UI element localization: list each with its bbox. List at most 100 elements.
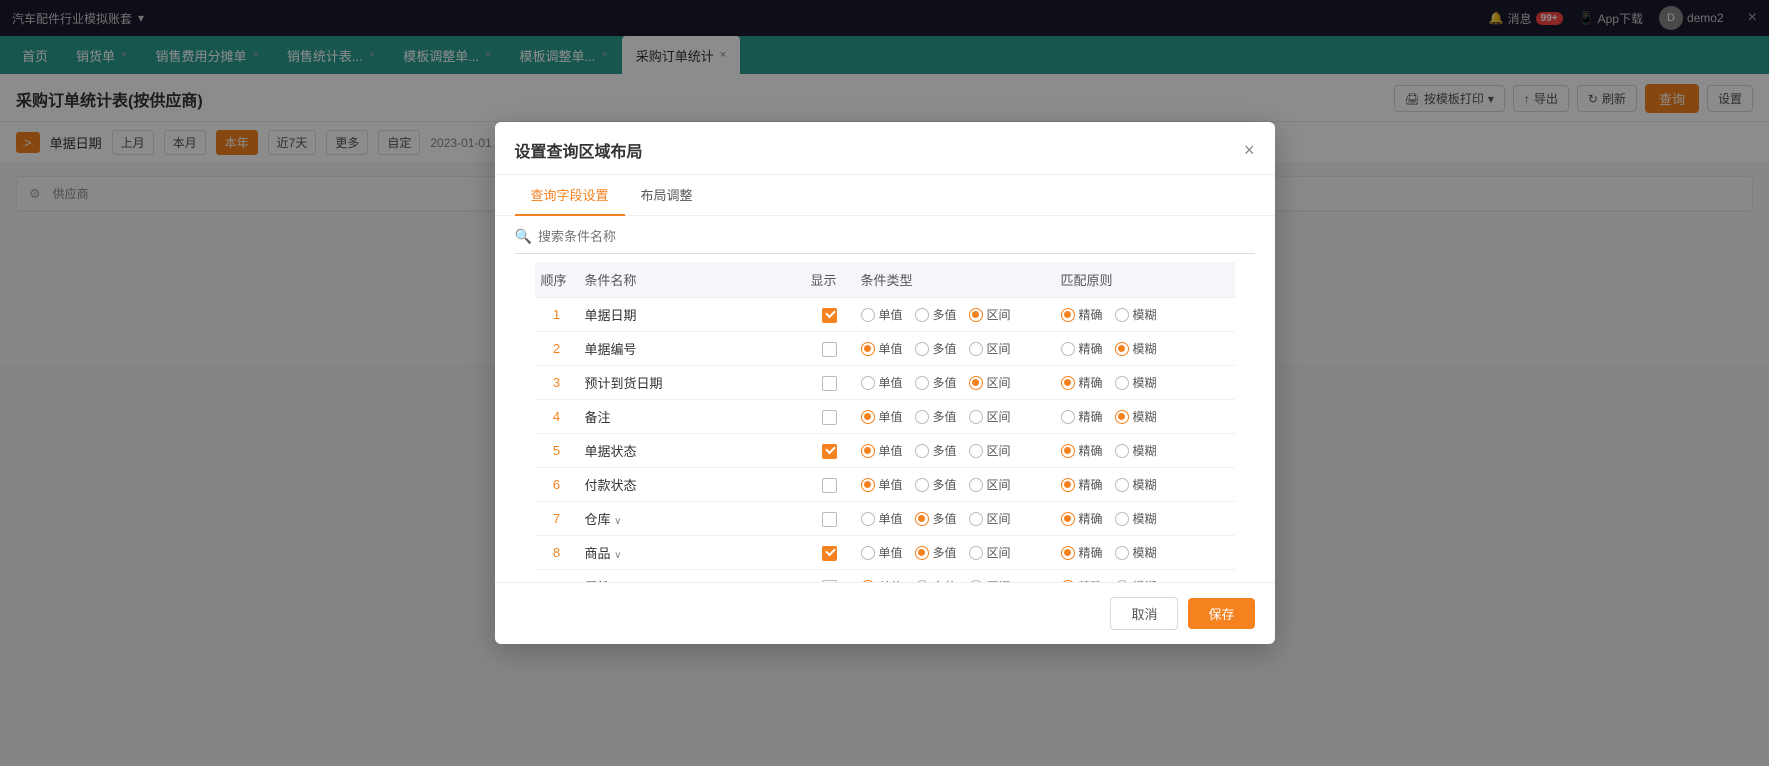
search-icon: 🔍 bbox=[515, 228, 532, 245]
table-row: 7仓库 ∨单值多值区间精确模糊 bbox=[535, 502, 1235, 536]
radio-dot-match-模糊 bbox=[1115, 478, 1129, 492]
type-option-多值[interactable]: 多值 bbox=[915, 476, 957, 493]
row-show-5[interactable] bbox=[805, 434, 855, 468]
type-option-单值[interactable]: 单值 bbox=[861, 374, 903, 391]
dialog-close-btn[interactable]: × bbox=[1244, 140, 1255, 161]
radio-dot-type-区间 bbox=[969, 512, 983, 526]
radio-dot-type-多值 bbox=[915, 444, 929, 458]
type-option-区间[interactable]: 区间 bbox=[969, 374, 1011, 391]
match-option-精确[interactable]: 精确 bbox=[1061, 442, 1103, 459]
row-show-2[interactable] bbox=[805, 332, 855, 366]
dialog-header: 设置查询区域布局 × bbox=[495, 122, 1275, 175]
tab-layout-adjust-label: 布局调整 bbox=[641, 188, 693, 203]
type-option-多值[interactable]: 多值 bbox=[915, 544, 957, 561]
search-input[interactable] bbox=[538, 229, 1255, 244]
match-option-精确[interactable]: 精确 bbox=[1061, 408, 1103, 425]
row-show-6[interactable] bbox=[805, 468, 855, 502]
radio-dot-type-区间 bbox=[969, 410, 983, 424]
type-option-多值[interactable]: 多值 bbox=[915, 408, 957, 425]
type-option-区间[interactable]: 区间 bbox=[969, 306, 1011, 323]
radio-dot-match-精确 bbox=[1061, 444, 1075, 458]
table-row: 6付款状态单值多值区间精确模糊 bbox=[535, 468, 1235, 502]
show-checkbox-4[interactable] bbox=[822, 410, 837, 425]
radio-dot-type-单值 bbox=[861, 478, 875, 492]
radio-dot-match-模糊 bbox=[1115, 546, 1129, 560]
type-option-单值[interactable]: 单值 bbox=[861, 306, 903, 323]
type-option-多值[interactable]: 多值 bbox=[915, 306, 957, 323]
show-checkbox-6[interactable] bbox=[822, 478, 837, 493]
match-option-精确[interactable]: 精确 bbox=[1061, 374, 1103, 391]
radio-dot-match-精确 bbox=[1061, 308, 1075, 322]
show-checkbox-9[interactable] bbox=[822, 580, 837, 582]
row-show-1[interactable] bbox=[805, 298, 855, 332]
radio-dot-type-区间 bbox=[969, 376, 983, 390]
type-option-单值[interactable]: 单值 bbox=[861, 340, 903, 357]
row-type-7: 单值多值区间 bbox=[855, 502, 1055, 536]
radio-dot-match-精确 bbox=[1061, 376, 1075, 390]
th-type: 条件类型 bbox=[855, 262, 1055, 298]
match-option-精确[interactable]: 精确 bbox=[1061, 340, 1103, 357]
row-order-5: 5 bbox=[535, 434, 579, 468]
type-option-单值[interactable]: 单值 bbox=[861, 510, 903, 527]
row-name-3: 预计到货日期 bbox=[579, 366, 805, 400]
row-show-4[interactable] bbox=[805, 400, 855, 434]
row-match-4: 精确模糊 bbox=[1055, 400, 1235, 434]
type-option-多值[interactable]: 多值 bbox=[915, 510, 957, 527]
cancel-btn[interactable]: 取消 bbox=[1110, 597, 1178, 630]
table-row: 4备注单值多值区间精确模糊 bbox=[535, 400, 1235, 434]
radio-dot-match-精确 bbox=[1061, 512, 1075, 526]
show-checkbox-7[interactable] bbox=[822, 512, 837, 527]
radio-dot-type-单值 bbox=[861, 308, 875, 322]
radio-dot-type-单值 bbox=[861, 512, 875, 526]
match-option-模糊[interactable]: 模糊 bbox=[1115, 306, 1157, 323]
radio-dot-match-精确 bbox=[1061, 342, 1075, 356]
radio-dot-type-单值 bbox=[861, 376, 875, 390]
type-option-区间[interactable]: 区间 bbox=[969, 408, 1011, 425]
match-option-精确[interactable]: 精确 bbox=[1061, 544, 1103, 561]
type-option-单值[interactable]: 单值 bbox=[861, 544, 903, 561]
show-checkbox-2[interactable] bbox=[822, 342, 837, 357]
match-option-模糊[interactable]: 模糊 bbox=[1115, 476, 1157, 493]
show-checkbox-8[interactable] bbox=[822, 546, 837, 561]
show-checkbox-1[interactable] bbox=[822, 308, 837, 323]
type-option-区间[interactable]: 区间 bbox=[969, 476, 1011, 493]
row-order-6: 6 bbox=[535, 468, 579, 502]
row-match-9: 精确模糊 bbox=[1055, 570, 1235, 583]
row-match-6: 精确模糊 bbox=[1055, 468, 1235, 502]
row-name-8: 商品 ∨ bbox=[579, 536, 805, 570]
type-option-多值[interactable]: 多值 bbox=[915, 374, 957, 391]
type-option-区间[interactable]: 区间 bbox=[969, 442, 1011, 459]
save-btn[interactable]: 保存 bbox=[1188, 598, 1254, 629]
match-option-模糊[interactable]: 模糊 bbox=[1115, 374, 1157, 391]
type-option-区间[interactable]: 区间 bbox=[969, 510, 1011, 527]
match-option-精确[interactable]: 精确 bbox=[1061, 476, 1103, 493]
type-option-多值[interactable]: 多值 bbox=[915, 340, 957, 357]
match-option-模糊[interactable]: 模糊 bbox=[1115, 510, 1157, 527]
match-option-精确[interactable]: 精确 bbox=[1061, 306, 1103, 323]
match-option-模糊[interactable]: 模糊 bbox=[1115, 340, 1157, 357]
row-show-9[interactable] bbox=[805, 570, 855, 583]
row-show-7[interactable] bbox=[805, 502, 855, 536]
type-option-单值[interactable]: 单值 bbox=[861, 476, 903, 493]
row-show-8[interactable] bbox=[805, 536, 855, 570]
show-checkbox-5[interactable] bbox=[822, 444, 837, 459]
radio-dot-match-模糊 bbox=[1115, 342, 1129, 356]
row-order-1: 1 bbox=[535, 298, 579, 332]
tab-layout-adjust[interactable]: 布局调整 bbox=[625, 175, 709, 216]
type-option-多值[interactable]: 多值 bbox=[915, 442, 957, 459]
row-type-2: 单值多值区间 bbox=[855, 332, 1055, 366]
type-option-区间[interactable]: 区间 bbox=[969, 340, 1011, 357]
radio-dot-match-模糊 bbox=[1115, 308, 1129, 322]
type-option-单值[interactable]: 单值 bbox=[861, 442, 903, 459]
row-order-4: 4 bbox=[535, 400, 579, 434]
type-option-单值[interactable]: 单值 bbox=[861, 408, 903, 425]
tab-query-fields[interactable]: 查询字段设置 bbox=[515, 175, 625, 216]
match-option-模糊[interactable]: 模糊 bbox=[1115, 442, 1157, 459]
match-option-精确[interactable]: 精确 bbox=[1061, 510, 1103, 527]
row-show-3[interactable] bbox=[805, 366, 855, 400]
radio-dot-match-精确 bbox=[1061, 478, 1075, 492]
match-option-模糊[interactable]: 模糊 bbox=[1115, 544, 1157, 561]
show-checkbox-3[interactable] bbox=[822, 376, 837, 391]
match-option-模糊[interactable]: 模糊 bbox=[1115, 408, 1157, 425]
type-option-区间[interactable]: 区间 bbox=[969, 544, 1011, 561]
